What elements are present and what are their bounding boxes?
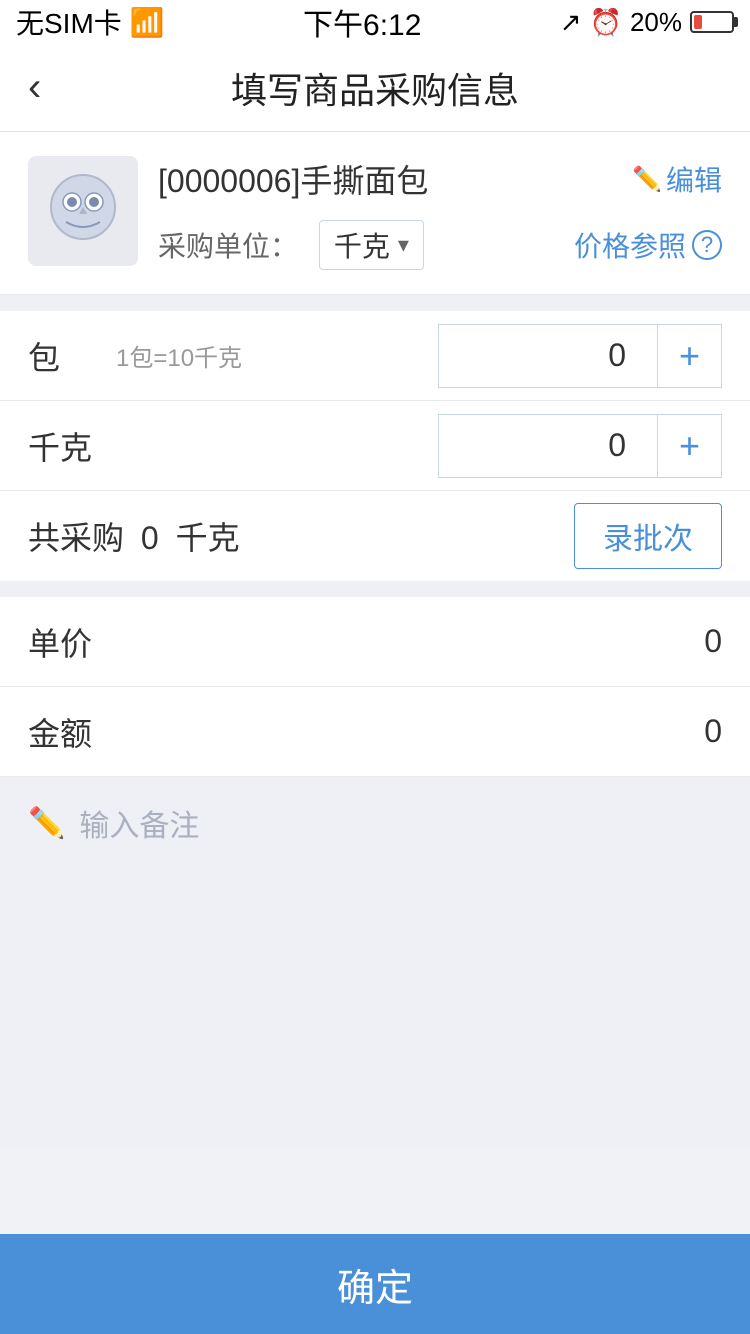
location-icon: ↗	[560, 7, 582, 38]
section-divider-1	[0, 295, 750, 311]
bag-sub-label: 1包=10千克	[116, 338, 242, 373]
amount-row: 金额 0	[0, 687, 750, 777]
section-divider-2	[0, 581, 750, 597]
status-left: 无SIM卡 📶	[16, 2, 165, 42]
total-suffix: 千克	[176, 520, 240, 556]
alarm-icon: ⏰	[590, 7, 622, 38]
status-right: ↗ ⏰ 20%	[560, 7, 734, 38]
kg-plus-button[interactable]: +	[658, 414, 722, 478]
bag-input-wrap: +	[438, 324, 722, 388]
back-button[interactable]: ‹	[28, 65, 41, 110]
kg-quantity-input[interactable]	[438, 414, 658, 478]
kg-input-row: 千克 +	[0, 401, 750, 491]
nav-bar: ‹ 填写商品采购信息	[0, 44, 750, 132]
kg-input-wrap: +	[438, 414, 722, 478]
product-card: [0000006]手撕面包 ✏️ 编辑 采购单位： 千克 ▾ 价格参照 ?	[0, 132, 750, 295]
unit-selector-wrap: 采购单位： 千克 ▾	[158, 220, 424, 270]
battery-percent: 20%	[630, 7, 682, 38]
product-unit-row: 采购单位： 千克 ▾ 价格参照 ?	[158, 220, 722, 270]
total-label: 共采购 0 千克	[28, 513, 240, 559]
status-bar: 无SIM卡 📶 下午6:12 ↗ ⏰ 20%	[0, 0, 750, 44]
dropdown-arrow-icon: ▾	[398, 232, 409, 258]
price-ref-help-icon: ?	[692, 230, 722, 260]
edit-button[interactable]: ✏️ 编辑	[632, 159, 722, 199]
empty-space	[0, 869, 750, 1149]
edit-icon: ✏️	[632, 165, 662, 194]
bag-label: 包	[28, 333, 108, 379]
price-info-section: 单价 0 金额 0	[0, 597, 750, 777]
wifi-icon: 📶	[130, 6, 165, 39]
bag-plus-button[interactable]: +	[658, 324, 722, 388]
unit-select[interactable]: 千克 ▾	[319, 220, 424, 270]
main-content: [0000006]手撕面包 ✏️ 编辑 采购单位： 千克 ▾ 价格参照 ?	[0, 132, 750, 1249]
unit-price-label: 单价	[28, 619, 92, 665]
product-logo	[48, 172, 118, 251]
status-time: 下午6:12	[303, 0, 421, 44]
total-row: 共采购 0 千克 录批次	[0, 491, 750, 581]
input-section: 包 1包=10千克 + 千克 +	[0, 311, 750, 491]
product-image	[28, 156, 138, 266]
price-ref-label: 价格参照	[574, 225, 686, 265]
battery-icon	[690, 11, 734, 33]
amount-value: 0	[704, 713, 722, 750]
kg-label: 千克	[28, 423, 108, 469]
product-name: [0000006]手撕面包	[158, 156, 428, 202]
unit-price-value: 0	[704, 623, 722, 660]
total-prefix: 共采购	[28, 520, 124, 556]
page-title: 填写商品采购信息	[231, 62, 519, 114]
price-ref-button[interactable]: 价格参照 ?	[574, 225, 722, 265]
pencil-icon: ✏️	[28, 806, 65, 841]
confirm-button[interactable]: 确定	[0, 1234, 750, 1334]
edit-label: 编辑	[666, 159, 722, 199]
carrier-label: 无SIM卡	[16, 2, 122, 42]
note-section[interactable]: ✏️ 输入备注	[0, 777, 750, 869]
product-info: [0000006]手撕面包 ✏️ 编辑 采购单位： 千克 ▾ 价格参照 ?	[158, 156, 722, 270]
bag-quantity-input[interactable]	[438, 324, 658, 388]
amount-label: 金额	[28, 709, 92, 755]
unit-price-row: 单价 0	[0, 597, 750, 687]
product-header: [0000006]手撕面包 ✏️ 编辑	[158, 156, 722, 202]
note-placeholder: 输入备注	[79, 801, 199, 845]
unit-value: 千克	[334, 225, 390, 265]
battery-fill	[694, 15, 702, 29]
record-batch-button[interactable]: 录批次	[574, 503, 722, 569]
unit-label: 采购单位：	[158, 231, 298, 262]
total-amount: 0	[141, 520, 159, 556]
bag-input-row: 包 1包=10千克 +	[0, 311, 750, 401]
